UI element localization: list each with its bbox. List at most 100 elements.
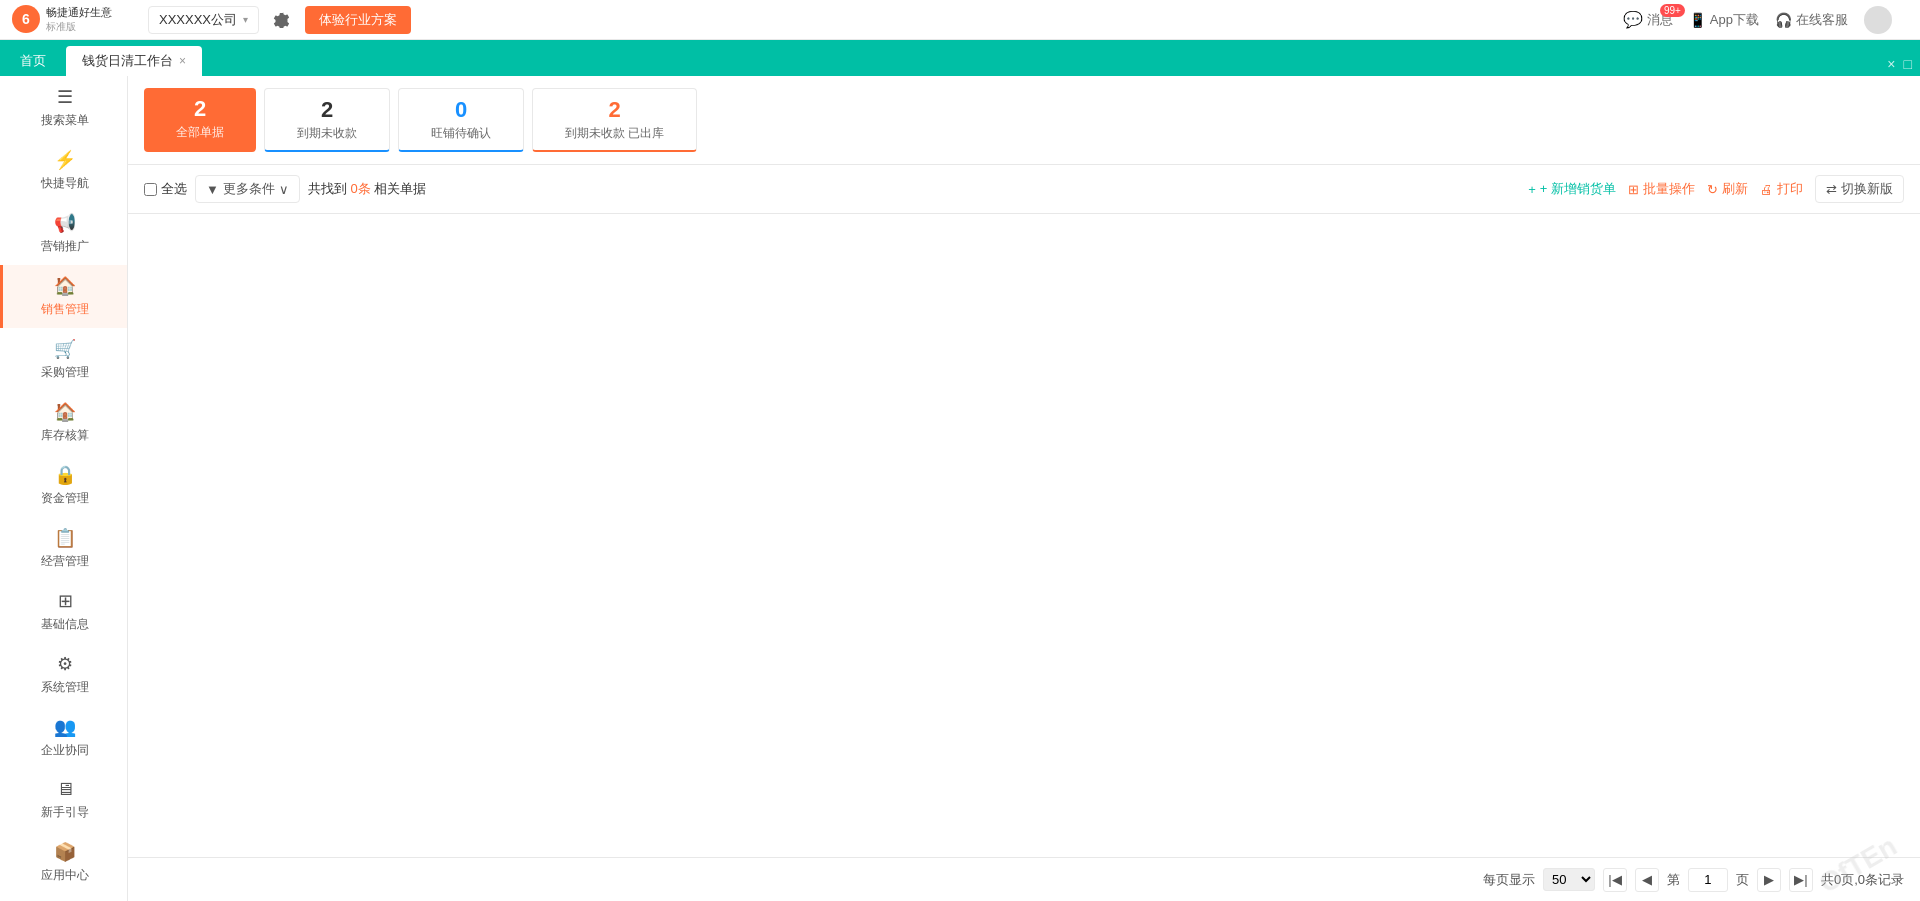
trial-button[interactable]: 体验行业方案 xyxy=(305,6,411,34)
window-maximize-icon[interactable]: □ xyxy=(1904,56,1912,72)
app-download-button[interactable]: 📱 App下载 xyxy=(1689,11,1759,29)
company-selector[interactable]: XXXXXX公司 ▾ xyxy=(148,6,259,34)
stat-label-shipped: 到期未收款 已出库 xyxy=(565,125,664,142)
sidebar-item-inventory[interactable]: 🏠 库存核算 xyxy=(0,391,127,454)
nav-tab-actions: × □ xyxy=(1887,56,1920,76)
content-area: 2 全部单据 2 到期未收款 0 旺铺待确认 2 到期未收款 已出库 全选 xyxy=(128,76,1920,901)
sidebar-item-purchase[interactable]: 🛒 采购管理 xyxy=(0,328,127,391)
stat-label-wangpu: 旺铺待确认 xyxy=(431,125,491,142)
operations-icon: 📋 xyxy=(54,527,76,549)
cooperation-icon: 👥 xyxy=(54,716,76,738)
sidebar-item-finance[interactable]: 🔒 资金管理 xyxy=(0,454,127,517)
sidebar-item-label: 经营管理 xyxy=(41,553,89,570)
sidebar-item-search[interactable]: ☰ 搜索菜单 xyxy=(0,76,127,139)
switch-label: 切换新版 xyxy=(1841,180,1893,198)
sidebar-item-label: 快捷导航 xyxy=(41,175,89,192)
online-service-button[interactable]: 🎧 在线客服 xyxy=(1775,11,1848,29)
sidebar-item-basic-info[interactable]: ⊞ 基础信息 xyxy=(0,580,127,643)
result-count: 0条 xyxy=(351,181,371,196)
sidebar-item-label: 库存核算 xyxy=(41,427,89,444)
switch-version-button[interactable]: ⇄ 切换新版 xyxy=(1815,175,1904,203)
filter-button[interactable]: ▼ 更多条件 ∨ xyxy=(195,175,300,203)
chevron-down-icon: ▾ xyxy=(243,14,248,25)
sidebar-item-wechat[interactable]: 💬 企业微信 xyxy=(0,894,127,901)
stat-card-all[interactable]: 2 全部单据 xyxy=(144,88,256,152)
sidebar-item-label: 销售管理 xyxy=(41,301,89,318)
batch-icon: ⊞ xyxy=(1628,182,1639,197)
filter-icon: ▼ xyxy=(206,182,219,197)
table-area xyxy=(128,214,1920,857)
stat-number-all: 2 xyxy=(194,96,206,122)
add-sales-order-button[interactable]: + + 新增销货单 xyxy=(1528,180,1616,198)
purchase-icon: 🛒 xyxy=(54,338,76,360)
add-icon: + xyxy=(1528,182,1536,197)
page-input[interactable] xyxy=(1688,868,1728,892)
toolbar: 全选 ▼ 更多条件 ∨ 共找到 0条 相关单据 + + 新增销货单 ⊞ 批量操作 xyxy=(128,165,1920,214)
window-close-icon[interactable]: × xyxy=(1887,56,1895,72)
batch-label: 批量操作 xyxy=(1643,180,1695,198)
header-right: 💬 消息 99+ 📱 App下载 🎧 在线客服 xyxy=(1623,6,1908,34)
sidebar-item-sales[interactable]: 🏠 销售管理 xyxy=(0,265,127,328)
sidebar-item-guide[interactable]: 🖥 新手引导 xyxy=(0,769,127,831)
refresh-label: 刷新 xyxy=(1722,180,1748,198)
sidebar-item-system[interactable]: ⚙ 系统管理 xyxy=(0,643,127,706)
stat-card-shipped[interactable]: 2 到期未收款 已出库 xyxy=(532,88,697,152)
sidebar-item-label: 应用中心 xyxy=(41,867,89,884)
quick-nav-icon: ⚡ xyxy=(54,149,76,171)
stat-card-overdue[interactable]: 2 到期未收款 xyxy=(264,88,390,152)
switch-icon: ⇄ xyxy=(1826,182,1837,197)
finance-icon: 🔒 xyxy=(54,464,76,486)
top-header: 6 畅捷通好生意 标准版 XXXXXX公司 ▾ 体验行业方案 💬 消息 99+ … xyxy=(0,0,1920,40)
sidebar-item-quick-nav[interactable]: ⚡ 快捷导航 xyxy=(0,139,127,202)
sidebar-item-marketing[interactable]: 📢 营销推广 xyxy=(0,202,127,265)
guide-icon: 🖥 xyxy=(56,779,74,800)
tab-home[interactable]: 首页 xyxy=(4,46,62,76)
last-page-button[interactable]: ▶| xyxy=(1789,868,1813,892)
sidebar-item-label: 资金管理 xyxy=(41,490,89,507)
marketing-icon: 📢 xyxy=(54,212,76,234)
sidebar-item-cooperation[interactable]: 👥 企业协同 xyxy=(0,706,127,769)
sidebar-item-label: 系统管理 xyxy=(41,679,89,696)
page-prefix: 第 xyxy=(1667,871,1680,889)
prev-page-button[interactable]: ◀ xyxy=(1635,868,1659,892)
stat-number-shipped: 2 xyxy=(609,97,621,123)
stat-number-overdue: 2 xyxy=(321,97,333,123)
sales-icon: 🏠 xyxy=(54,275,76,297)
sidebar-item-label: 新手引导 xyxy=(41,804,89,821)
sidebar-item-app-center[interactable]: 📦 应用中心 xyxy=(0,831,127,894)
avatar[interactable] xyxy=(1864,6,1892,34)
select-all-label[interactable]: 全选 xyxy=(144,180,187,198)
pagination-bar: 每页显示 50 100 200 |◀ ◀ 第 页 ▶ ▶| 共0页,0条记录 xyxy=(128,857,1920,901)
sidebar-item-operations[interactable]: 📋 经营管理 xyxy=(0,517,127,580)
message-button[interactable]: 💬 消息 99+ xyxy=(1623,10,1673,29)
nav-tabs: 首页 钱货日清工作台 × × □ xyxy=(0,40,1920,76)
tab-workbench-label: 钱货日清工作台 xyxy=(82,52,173,70)
refresh-button[interactable]: ↻ 刷新 xyxy=(1707,180,1748,198)
next-page-button[interactable]: ▶ xyxy=(1757,868,1781,892)
company-name: XXXXXX公司 xyxy=(159,11,237,29)
first-page-button[interactable]: |◀ xyxy=(1603,868,1627,892)
logo-area: 6 畅捷通好生意 标准版 xyxy=(12,5,140,33)
sidebar: ☰ 搜索菜单 ⚡ 快捷导航 📢 营销推广 🏠 销售管理 🛒 采购管理 🏠 库存核… xyxy=(0,76,128,901)
stat-label-all: 全部单据 xyxy=(176,124,224,141)
tab-workbench[interactable]: 钱货日清工作台 × xyxy=(66,46,202,76)
logo-text: 畅捷通好生意 xyxy=(46,5,112,19)
batch-operation-button[interactable]: ⊞ 批量操作 xyxy=(1628,180,1695,198)
search-menu-icon: ☰ xyxy=(57,86,73,108)
select-all-checkbox[interactable] xyxy=(144,183,157,196)
filter-label: 更多条件 xyxy=(223,180,275,198)
print-button[interactable]: 🖨 打印 xyxy=(1760,180,1803,198)
gear-button[interactable] xyxy=(267,6,295,34)
page-size-select[interactable]: 50 100 200 xyxy=(1543,868,1595,891)
stat-card-wangpu[interactable]: 0 旺铺待确认 xyxy=(398,88,524,152)
main-layout: ☰ 搜索菜单 ⚡ 快捷导航 📢 营销推广 🏠 销售管理 🛒 采购管理 🏠 库存核… xyxy=(0,76,1920,901)
app-center-icon: 📦 xyxy=(54,841,76,863)
service-label: 在线客服 xyxy=(1796,11,1848,29)
tab-close-icon[interactable]: × xyxy=(179,54,186,68)
total-text: 共0页,0条记录 xyxy=(1821,871,1904,889)
sidebar-item-label: 搜索菜单 xyxy=(41,112,89,129)
logo-icon: 6 xyxy=(12,5,40,33)
refresh-icon: ↻ xyxy=(1707,182,1718,197)
system-icon: ⚙ xyxy=(57,653,73,675)
select-all-text: 全选 xyxy=(161,180,187,198)
